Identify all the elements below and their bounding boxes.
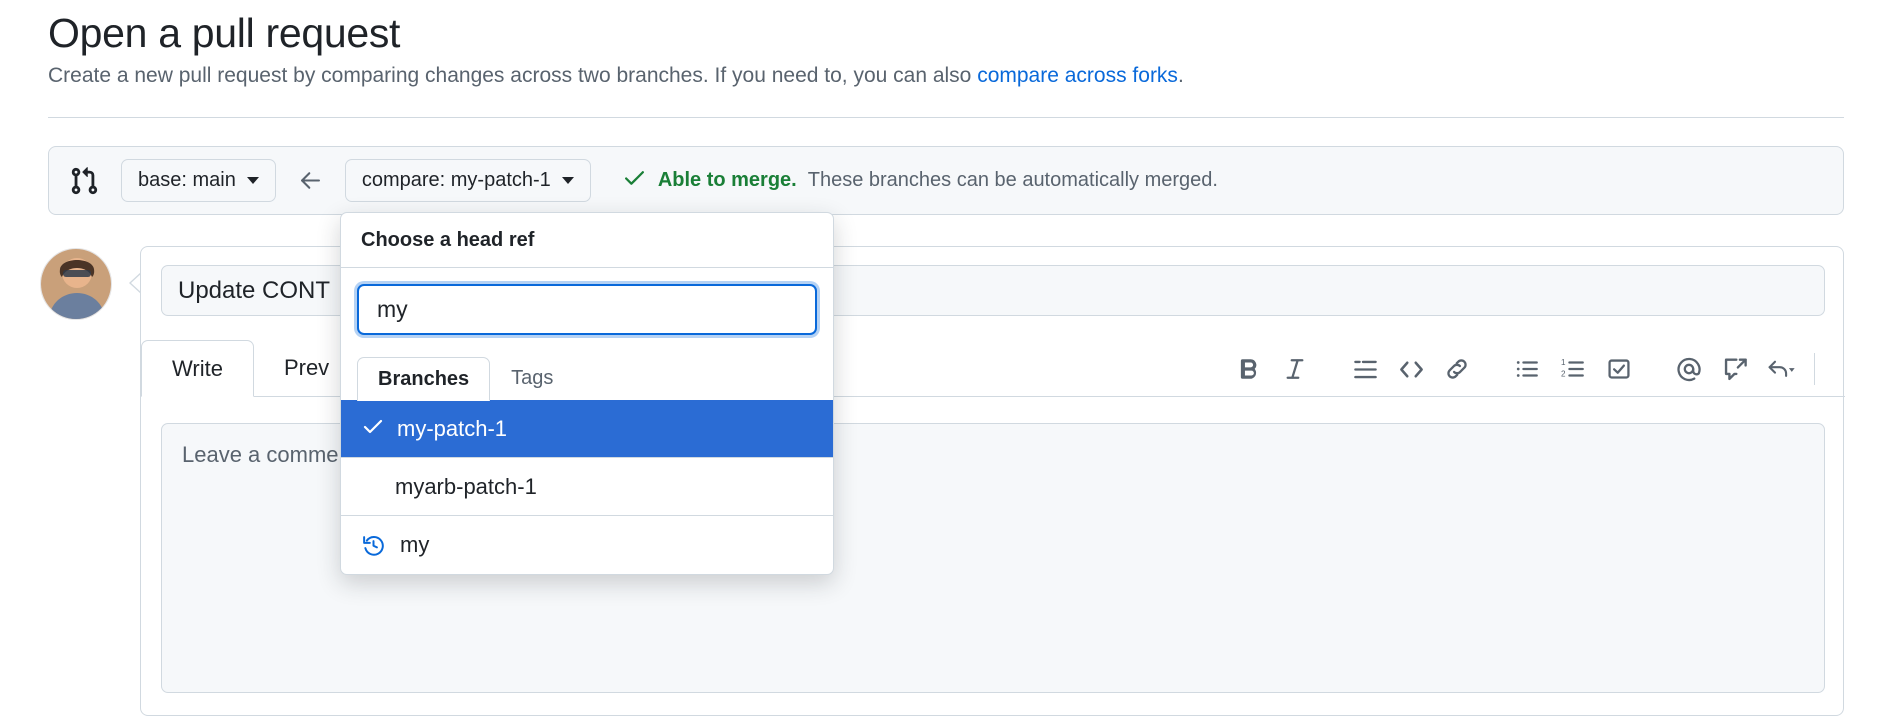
- dropdown-search-wrap: [341, 268, 833, 349]
- tab-branches[interactable]: Branches: [357, 357, 490, 401]
- svg-text:2: 2: [1561, 369, 1566, 378]
- merge-status: Able to merge. These branches can be aut…: [622, 166, 1218, 195]
- history-icon: [361, 533, 386, 558]
- markdown-toolbar: 12: [1226, 347, 1825, 391]
- check-icon: [361, 415, 383, 443]
- list-item[interactable]: myarb-patch-1: [341, 458, 833, 516]
- branch-list: my-patch-1 myarb-patch-1 my: [341, 400, 833, 574]
- list-item-label: my: [400, 532, 429, 558]
- svg-text:1: 1: [1561, 358, 1566, 367]
- git-compare-icon: [69, 166, 99, 196]
- list-item-label: myarb-patch-1: [395, 474, 537, 500]
- tab-write[interactable]: Write: [141, 340, 254, 397]
- compare-across-forks-link[interactable]: compare across forks: [977, 64, 1178, 87]
- heading-icon[interactable]: [1342, 347, 1388, 391]
- dropdown-header: Choose a head ref: [341, 213, 833, 268]
- tab-branches-label: Branches: [378, 368, 469, 391]
- compare-branch-label: compare: my-patch-1: [362, 169, 551, 192]
- toolbar-divider: [1814, 353, 1815, 385]
- page-subtitle: Create a new pull request by comparing c…: [48, 64, 1184, 88]
- list-item[interactable]: my-patch-1: [341, 400, 833, 458]
- code-icon[interactable]: [1388, 347, 1434, 391]
- bold-icon[interactable]: [1226, 347, 1272, 391]
- arrow-left-icon: [296, 166, 325, 195]
- numbered-list-icon[interactable]: 12: [1550, 347, 1596, 391]
- page-title: Open a pull request: [48, 10, 400, 57]
- chevron-down-icon: [247, 177, 259, 184]
- list-item[interactable]: my: [341, 516, 833, 574]
- subtitle-suffix: .: [1178, 64, 1184, 87]
- tab-write-label: Write: [172, 356, 223, 382]
- bulleted-list-icon[interactable]: [1504, 347, 1550, 391]
- cross-reference-icon[interactable]: [1712, 347, 1758, 391]
- check-icon: [622, 166, 647, 195]
- merge-status-detail: These branches can be automatically merg…: [808, 169, 1218, 192]
- tab-tags-label: Tags: [511, 367, 553, 390]
- link-icon[interactable]: [1434, 347, 1480, 391]
- mention-icon[interactable]: [1666, 347, 1712, 391]
- subtitle-text: Create a new pull request by comparing c…: [48, 64, 977, 87]
- branch-filter-input[interactable]: [357, 284, 817, 335]
- saved-reply-icon[interactable]: [1758, 347, 1804, 391]
- tab-tags[interactable]: Tags: [490, 356, 574, 400]
- italic-icon[interactable]: [1272, 347, 1318, 391]
- chevron-down-icon: [562, 177, 574, 184]
- compare-branch-dropdown-button[interactable]: compare: my-patch-1: [345, 159, 591, 202]
- avatar: [40, 248, 112, 320]
- tab-preview-label: Prev: [284, 355, 329, 381]
- base-branch-dropdown-button[interactable]: base: main: [121, 159, 276, 202]
- dropdown-tabs: Branches Tags: [341, 349, 833, 400]
- task-list-icon[interactable]: [1596, 347, 1642, 391]
- header-divider: [48, 117, 1844, 118]
- base-branch-label: base: main: [138, 169, 236, 192]
- compare-bar: base: main compare: my-patch-1 Able to m…: [48, 146, 1844, 215]
- list-item-label: my-patch-1: [397, 416, 507, 442]
- head-ref-dropdown: Choose a head ref Branches Tags my-patch…: [340, 212, 834, 575]
- pull-request-page: Open a pull request Create a new pull re…: [0, 0, 1892, 716]
- merge-status-strong: Able to merge.: [658, 169, 797, 192]
